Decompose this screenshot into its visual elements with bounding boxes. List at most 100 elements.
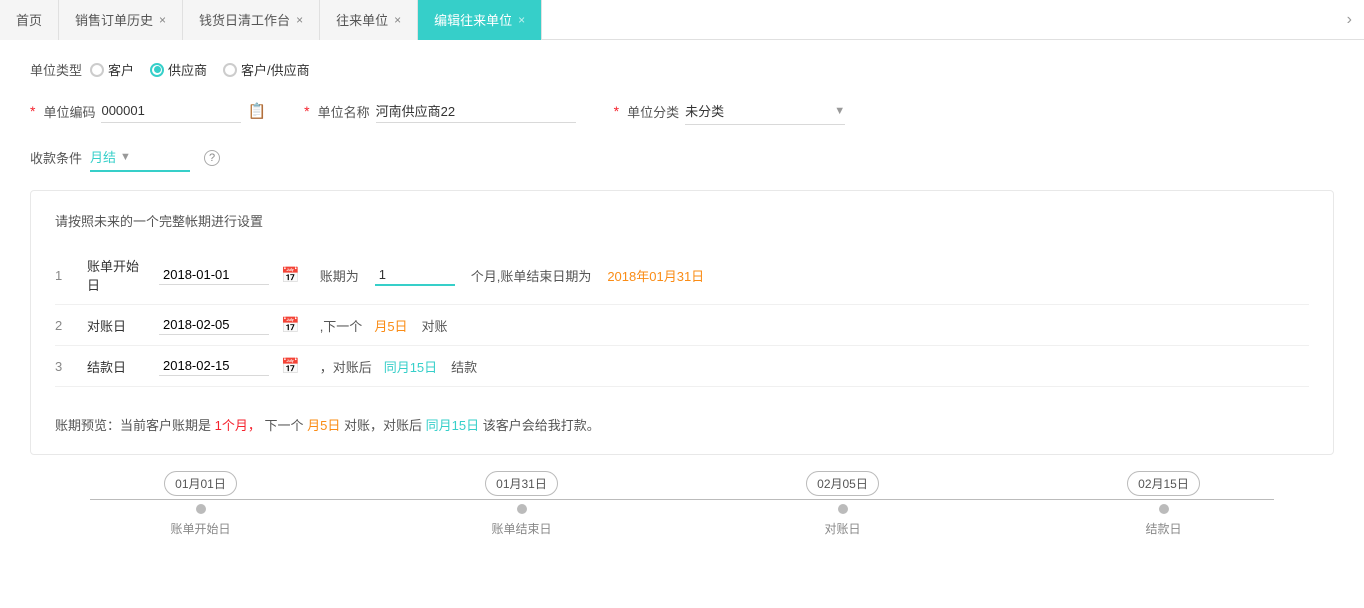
setting-row-2: 2 对账日 📅 ,下一个 月5日 对账: [55, 305, 1309, 346]
tab-edit-partner-close[interactable]: ×: [518, 13, 525, 27]
row-3-type: 结款日: [87, 357, 147, 376]
tabs-bar: 首页 销售订单历史 × 钱货日清工作台 × 往来单位 × 编辑往来单位 × ›: [0, 0, 1364, 40]
tab-edit-partner[interactable]: 编辑往来单位 ×: [418, 0, 542, 40]
tab-home[interactable]: 首页: [0, 0, 59, 40]
setting-row-3: 3 结款日 📅 ，对账后 同月15日 结款: [55, 346, 1309, 387]
row-3-date-input[interactable]: [159, 356, 269, 376]
row-1-suffix-after: 个月,账单结束日期为: [471, 266, 592, 285]
row-1-num: 1: [55, 268, 75, 283]
payment-condition-label: 收款条件: [30, 148, 82, 167]
tab-sales-history[interactable]: 销售订单历史 ×: [59, 0, 183, 40]
row-1-period-input[interactable]: [375, 265, 455, 286]
radio-supplier-circle: [150, 63, 164, 77]
unit-name-star: *: [304, 103, 309, 119]
row-3-calendar-icon[interactable]: 📅: [281, 357, 300, 375]
preview-suffix: 该客户会给我打款。: [483, 418, 600, 433]
timeline-label-3: 对账日: [824, 520, 860, 537]
code-name-category-row: * 单位编码 📋 * 单位名称 * 单位分类 未分类 ▼: [30, 97, 1334, 125]
radio-customer[interactable]: 客户: [90, 60, 134, 79]
tab-sales-history-label: 销售订单历史: [75, 10, 153, 29]
radio-supplier-label: 供应商: [168, 60, 207, 79]
unit-category-star: *: [614, 103, 619, 119]
row-2-prefix: ,下一个: [320, 316, 363, 335]
timeline-node-2: 01月31日 账单结束日: [361, 471, 682, 537]
condition-arrow-icon: ▼: [120, 151, 131, 163]
settings-card: 请按照未来的一个完整帐期进行设置 1 账单开始日 📅 账期为 个月,账单结束日期…: [30, 190, 1334, 455]
radio-supplier-dot: [154, 66, 161, 73]
tab-partners[interactable]: 往来单位 ×: [320, 0, 418, 40]
unit-type-label: 单位类型: [30, 60, 82, 79]
preview-reconcile-prefix: 下一个: [265, 418, 304, 433]
main-content: 单位类型 客户 供应商 客户/供应商 * 单位编码 📋: [0, 40, 1364, 608]
tab-more-button[interactable]: ›: [1335, 0, 1364, 40]
radio-supplier[interactable]: 供应商: [150, 60, 207, 79]
radio-both-circle: [223, 63, 237, 77]
tab-cash-work[interactable]: 钱货日清工作台 ×: [183, 0, 320, 40]
help-icon[interactable]: ?: [204, 150, 220, 166]
row-2-suffix: 对账: [422, 316, 448, 335]
unit-category-select[interactable]: 未分类 ▼: [685, 97, 845, 125]
tab-partners-close[interactable]: ×: [394, 13, 401, 27]
unit-type-row: 单位类型 客户 供应商 客户/供应商: [30, 60, 1334, 79]
radio-customer-label: 客户: [108, 60, 134, 79]
timeline-dot-4: [1159, 504, 1169, 514]
tab-sales-history-close[interactable]: ×: [159, 13, 166, 27]
preview-reconcile-suffix: 对账，对账后: [344, 418, 422, 433]
row-1-type: 账单开始日: [87, 256, 147, 294]
row-2-highlight: 月5日: [374, 316, 407, 335]
payment-condition-select[interactable]: 月结 ▼: [90, 143, 190, 172]
timeline-dot-3: [838, 504, 848, 514]
unit-code-star: *: [30, 103, 35, 119]
timeline-node-4: 02月15日 结款日: [1003, 471, 1324, 537]
preview-section: 账期预览：当前客户账期是 1个月， 下一个 月5日 对账，对账后 同月15日 该…: [55, 403, 1309, 434]
radio-both[interactable]: 客户/供应商: [223, 60, 310, 79]
card-hint: 请按照未来的一个完整帐期进行设置: [55, 211, 1309, 230]
timeline-node-1: 01月01日 账单开始日: [40, 471, 361, 537]
row-3-highlight: 同月15日: [384, 357, 437, 376]
timeline-node-3: 02月05日 对账日: [682, 471, 1003, 537]
tab-cash-work-close[interactable]: ×: [296, 13, 303, 27]
row-2-date-input[interactable]: [159, 315, 269, 335]
timeline-tag-1: 01月01日: [164, 471, 237, 496]
tab-home-label: 首页: [16, 10, 42, 29]
unit-category-group: * 单位分类 未分类 ▼: [614, 97, 845, 125]
unit-name-input[interactable]: [376, 99, 576, 123]
timeline-nodes: 01月01日 账单开始日 01月31日 账单结束日 02月05日 对账日 02月…: [40, 471, 1324, 537]
unit-category-arrow: ▼: [834, 105, 845, 117]
row-2-calendar-icon[interactable]: 📅: [281, 316, 300, 334]
tab-partners-label: 往来单位: [336, 10, 388, 29]
unit-category-label: 单位分类: [627, 102, 679, 121]
timeline-label-1: 账单开始日: [170, 520, 230, 537]
unit-code-group: * 单位编码 📋: [30, 99, 266, 123]
timeline-dot-1: [196, 504, 206, 514]
payment-condition-value: 月结: [90, 147, 116, 166]
row-3-num: 3: [55, 359, 75, 374]
setting-row-1: 1 账单开始日 📅 账期为 个月,账单结束日期为 2018年01月31日: [55, 246, 1309, 305]
unit-code-icon[interactable]: 📋: [247, 102, 266, 120]
unit-code-input[interactable]: [101, 99, 241, 123]
radio-customer-circle: [90, 63, 104, 77]
radio-both-label: 客户/供应商: [241, 60, 310, 79]
preview-reconcile-highlight: 月5日: [307, 418, 340, 433]
unit-name-group: * 单位名称: [304, 99, 575, 123]
radio-group-unit-type: 客户 供应商 客户/供应商: [90, 60, 310, 79]
timeline-label-4: 结款日: [1145, 520, 1181, 537]
timeline-tag-4: 02月15日: [1127, 471, 1200, 496]
row-2-type: 对账日: [87, 316, 147, 335]
unit-category-value: 未分类: [685, 101, 828, 120]
tab-cash-work-label: 钱货日清工作台: [199, 10, 290, 29]
row-3-prefix: ，对账后: [320, 357, 372, 376]
timeline-dot-2: [517, 504, 527, 514]
timeline-section: 01月01日 账单开始日 01月31日 账单结束日 02月05日 对账日 02月…: [30, 471, 1334, 537]
row-1-end-date-highlight: 2018年01月31日: [607, 266, 704, 285]
timeline-label-2: 账单结束日: [491, 520, 551, 537]
row-1-date-input[interactable]: [159, 265, 269, 285]
tab-edit-partner-label: 编辑往来单位: [434, 10, 512, 29]
row-1-suffix-before: 账期为: [320, 266, 359, 285]
row-1-calendar-icon[interactable]: 📅: [281, 266, 300, 284]
row-2-num: 2: [55, 318, 75, 333]
timeline-tag-3: 02月05日: [806, 471, 879, 496]
preview-period: 1个月，: [215, 418, 261, 433]
timeline-tag-2: 01月31日: [485, 471, 558, 496]
payment-condition-row: 收款条件 月结 ▼ ?: [30, 143, 1334, 172]
